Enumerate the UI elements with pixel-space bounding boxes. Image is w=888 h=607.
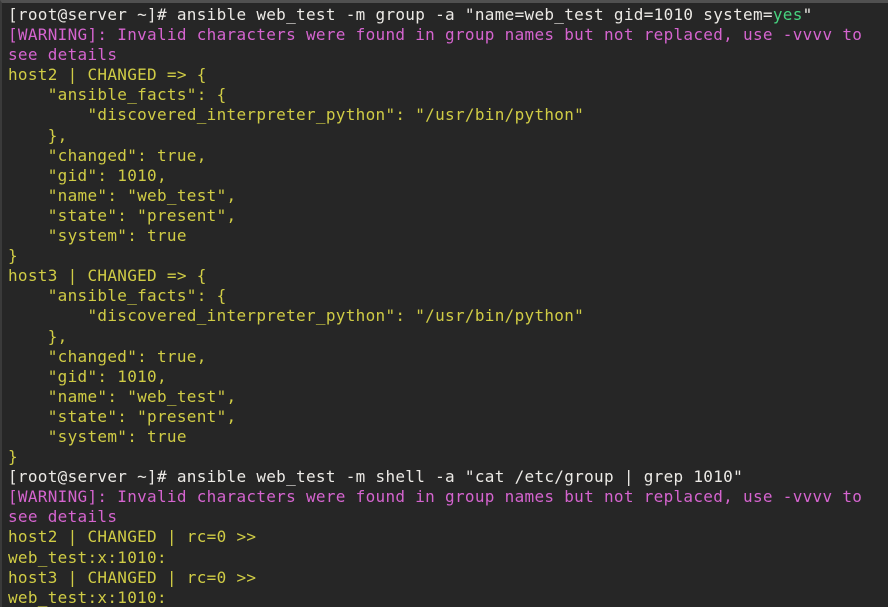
terminal-line: host3 | CHANGED | rc=0 >>: [8, 568, 888, 588]
terminal-text-span: "system": true: [8, 226, 187, 246]
terminal-text-span: "state": "present",: [8, 205, 237, 225]
terminal-line: [root@server ~]# ansible web_test -m gro…: [8, 5, 888, 25]
terminal-line: "gid": 1010,: [8, 367, 888, 387]
terminal-line: "name": "web_test",: [8, 186, 888, 206]
terminal-text-span: }: [8, 447, 18, 467]
terminal-text-span: "ansible_facts": {: [8, 286, 227, 306]
terminal-line: [WARNING]: Invalid characters were found…: [8, 487, 888, 507]
terminal-line: host3 | CHANGED => {: [8, 266, 888, 286]
terminal-text-span: yes: [772, 5, 803, 24]
terminal-line: },: [8, 126, 888, 146]
terminal-line: host2 | CHANGED | rc=0 >>: [8, 527, 888, 547]
terminal-line: },: [8, 327, 888, 347]
terminal-text-span: "name": "web_test",: [8, 185, 237, 205]
terminal-line: [WARNING]: Invalid characters were found…: [8, 25, 888, 45]
terminal-text-span: host3 | CHANGED | rc=0 >>: [8, 567, 257, 587]
terminal-line: "ansible_facts": {: [8, 85, 888, 105]
terminal-text-span: "gid": 1010,: [8, 366, 167, 386]
terminal-text-span: "changed": true,: [8, 346, 207, 366]
terminal-text-span: },: [8, 326, 68, 346]
terminal-text-span: host2 | CHANGED => {: [8, 65, 207, 85]
terminal-text-span: host2 | CHANGED | rc=0 >>: [8, 527, 257, 547]
terminal-window[interactable]: [root@server ~]# ansible web_test -m gro…: [0, 0, 888, 607]
terminal-text-span: "ansible_facts": {: [8, 85, 227, 105]
terminal-text-span: }: [8, 246, 18, 266]
terminal-line: "changed": true,: [8, 347, 888, 367]
terminal-text-span: "gid": 1010,: [8, 165, 167, 185]
terminal-line: "name": "web_test",: [8, 387, 888, 407]
terminal-line: }: [8, 246, 888, 266]
terminal-text-span: host3 | CHANGED => {: [8, 266, 207, 286]
terminal-text-span: see details: [8, 45, 118, 65]
terminal-text-span: "name": "web_test",: [8, 386, 237, 406]
terminal-text-span: web_test:x:1010:: [8, 547, 167, 567]
terminal-text-span: "discovered_interpreter_python": "/usr/b…: [8, 306, 585, 326]
terminal-text-span: ": [802, 5, 813, 24]
terminal-line: [root@server ~]# ansible web_test -m she…: [8, 467, 888, 487]
terminal-line: see details: [8, 507, 888, 527]
terminal-line: see details: [8, 45, 888, 65]
terminal-text-span: [root@server ~]# ansible web_test -m she…: [8, 467, 744, 487]
terminal-line: web_test:x:1010:: [8, 548, 888, 568]
terminal-line: "system": true: [8, 226, 888, 246]
terminal-line: web_test:x:1010:: [8, 588, 888, 607]
terminal-line: "changed": true,: [8, 146, 888, 166]
terminal-line: }: [8, 447, 888, 467]
terminal-line: "ansible_facts": {: [8, 286, 888, 306]
terminal-text-span: web_test:x:1010:: [8, 587, 167, 607]
terminal-line: host2 | CHANGED => {: [8, 65, 888, 85]
terminal-text-span: },: [8, 125, 68, 145]
terminal-line: "discovered_interpreter_python": "/usr/b…: [8, 105, 888, 125]
terminal-line: "system": true: [8, 427, 888, 447]
terminal-line: "state": "present",: [8, 206, 888, 226]
terminal-text-span: "changed": true,: [8, 145, 207, 165]
terminal-text-span: see details: [8, 507, 118, 527]
terminal-line: "discovered_interpreter_python": "/usr/b…: [8, 306, 888, 326]
terminal-text-span: [WARNING]: Invalid characters were found…: [8, 25, 863, 45]
terminal-text-span: "system": true: [8, 426, 187, 446]
terminal-text-span: "state": "present",: [8, 406, 237, 426]
terminal-text-span: [root@server ~]# ansible web_test -m gro…: [8, 5, 773, 24]
terminal-line: "gid": 1010,: [8, 166, 888, 186]
terminal-line: "state": "present",: [8, 407, 888, 427]
terminal-text-span: [WARNING]: Invalid characters were found…: [8, 487, 863, 507]
terminal-text-span: "discovered_interpreter_python": "/usr/b…: [8, 105, 585, 125]
terminal-output: [root@server ~]# ansible web_test -m gro…: [8, 5, 888, 607]
